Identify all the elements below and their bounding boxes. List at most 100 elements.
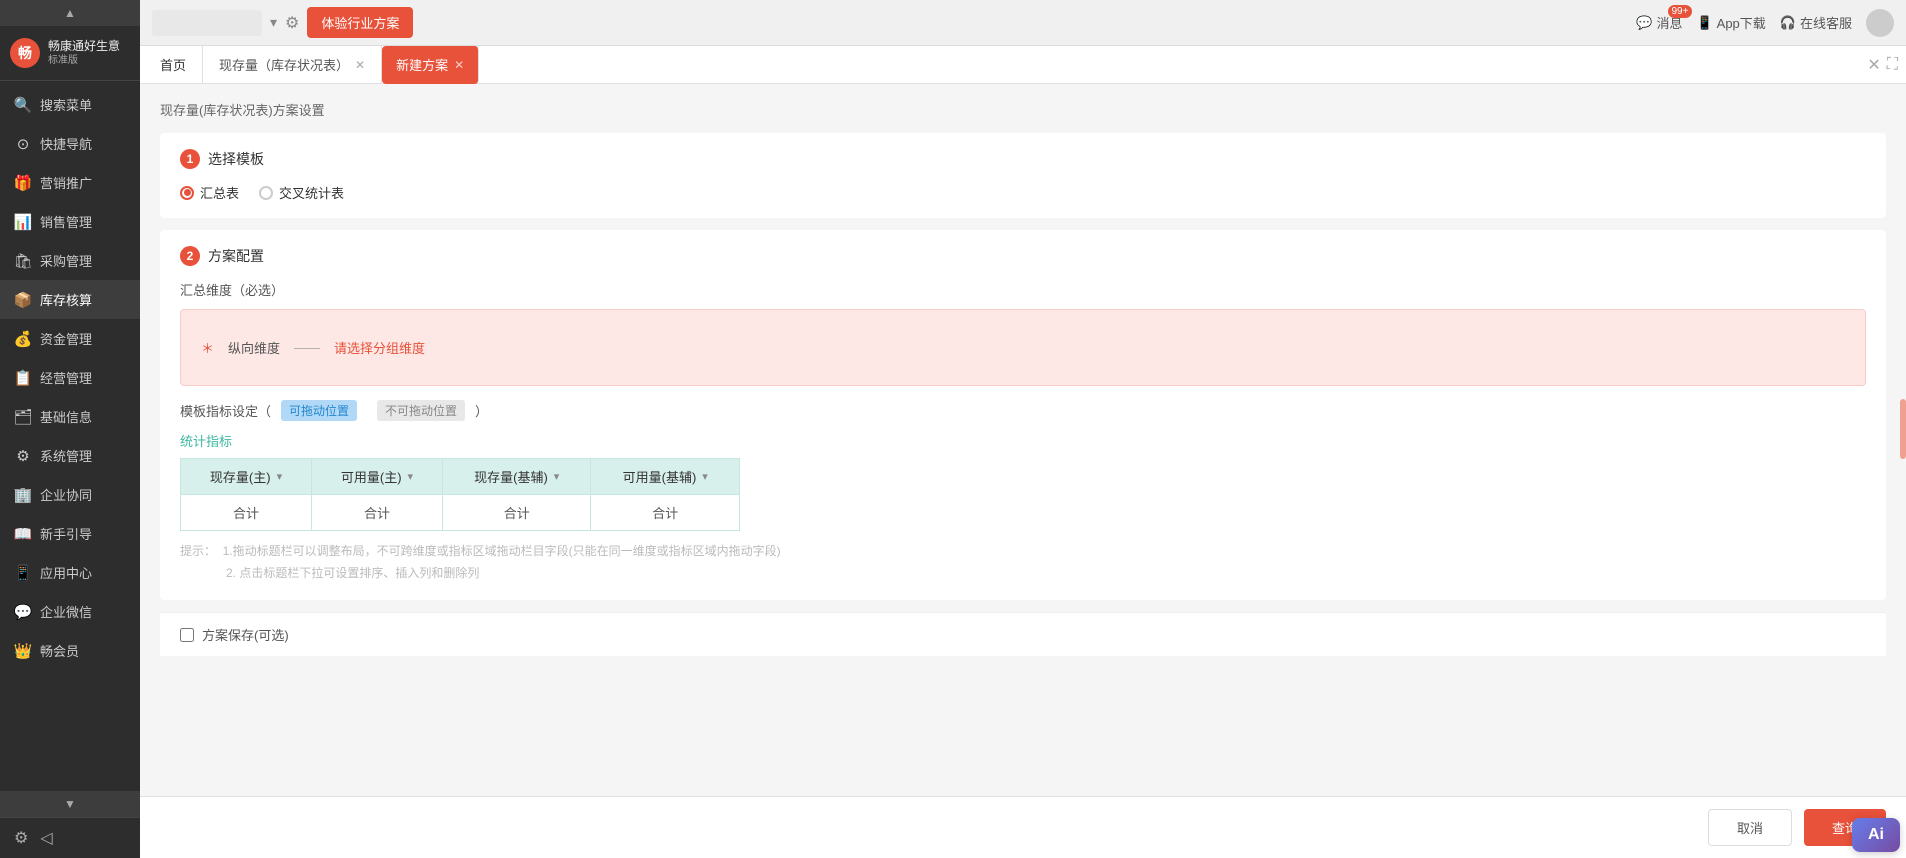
- ai-float-button[interactable]: Ai: [1852, 818, 1900, 852]
- tab-new-plan[interactable]: 新建方案 ✕: [382, 46, 479, 84]
- unmovable-tag: 不可拖动位置: [377, 400, 465, 421]
- col-label-2: 可用量(主): [341, 467, 402, 486]
- newbie-icon: 📖: [14, 525, 32, 543]
- right-scroll-bar[interactable]: [1900, 399, 1906, 459]
- col-header-2[interactable]: 可用量(主) ▾: [311, 459, 442, 495]
- tip2: 2. 点击标题栏下拉可设置排序、插入列和删除列: [180, 563, 1866, 585]
- sidebar-scroll-down[interactable]: ▼: [0, 791, 140, 817]
- sidebar-item-marketing[interactable]: 🎁 营销推广: [0, 163, 140, 202]
- step1-section: 1 选择模板 汇总表 交叉统计表: [160, 133, 1886, 218]
- msg-button[interactable]: 💬 消息 99+: [1636, 13, 1682, 32]
- sidebar-item-newbie[interactable]: 📖 新手引导: [0, 514, 140, 553]
- sidebar-item-purchase[interactable]: 🛍 采购管理: [0, 241, 140, 280]
- service-button[interactable]: 🎧 在线客服: [1780, 13, 1852, 32]
- col-header-3[interactable]: 现存量(基辅) ▾: [442, 459, 591, 495]
- sidebar-item-label: 营销推广: [40, 173, 92, 192]
- step1-title: 选择模板: [208, 149, 264, 169]
- save-checkbox[interactable]: [180, 628, 194, 642]
- cell-3: 合计: [442, 495, 591, 531]
- sidebar-item-enterprise[interactable]: 🏢 企业协同: [0, 475, 140, 514]
- col-arrow-3[interactable]: ▾: [554, 470, 560, 483]
- main-area: ▾ ⚙ 体验行业方案 💬 消息 99+ 📱 App下载 🎧 在线客服 首页: [140, 0, 1906, 858]
- template-radio-group: 汇总表 交叉统计表: [180, 183, 1866, 202]
- sidebar-item-label: 经营管理: [40, 368, 92, 387]
- tab-new-plan-close[interactable]: ✕: [454, 58, 464, 72]
- col-label-4: 可用量(基辅): [623, 467, 697, 486]
- sidebar-item-operation[interactable]: 📋 经营管理: [0, 358, 140, 397]
- tab-inventory-label: 现存量（库存状况表）: [219, 55, 349, 74]
- sound-icon[interactable]: ◁: [40, 828, 52, 848]
- step1-header: 1 选择模板: [180, 149, 1866, 169]
- tab-expand-icon[interactable]: ⛶: [1887, 56, 1898, 74]
- sidebar-item-apps[interactable]: 📱 应用中心: [0, 553, 140, 592]
- dimension-placeholder: 请选择分组维度: [334, 338, 425, 357]
- sidebar-item-wechat[interactable]: 💬 企业微信: [0, 592, 140, 631]
- dimension-box[interactable]: ＊ 纵向维度 —— 请选择分组维度: [180, 309, 1866, 386]
- col-header-1[interactable]: 现存量(主) ▾: [181, 459, 312, 495]
- tip1: 提示： 1.拖动标题栏可以调整布局，不可跨维度或指标区域拖动栏目字段(只能在同一…: [180, 541, 1866, 563]
- service-icon: 🎧: [1780, 15, 1796, 31]
- tab-home[interactable]: 首页: [140, 46, 203, 84]
- col-arrow-1[interactable]: ▾: [277, 470, 283, 483]
- sidebar: ▲ 畅 畅康通好生意 标准版 🔍 搜索菜单 ⊙ 快捷导航 🎁 营销推广 📊 销售…: [0, 0, 140, 858]
- sidebar-item-label: 库存核算: [40, 290, 92, 309]
- basic-info-icon: 🗂: [14, 408, 32, 426]
- system-icon: ⚙: [14, 447, 32, 465]
- topbar-left: ▾ ⚙ 体验行业方案: [152, 7, 1628, 38]
- finance-icon: 💰: [14, 330, 32, 348]
- sidebar-scroll-up[interactable]: ▲: [0, 0, 140, 26]
- col-arrow-4[interactable]: ▾: [702, 470, 708, 483]
- app-download-button[interactable]: 📱 App下载: [1696, 13, 1765, 32]
- radio-cross-label: 交叉统计表: [279, 183, 344, 202]
- dimension-name: 纵向维度: [228, 338, 280, 357]
- sidebar-item-label: 搜索菜单: [40, 95, 92, 114]
- stats-subtitle: 统计指标: [180, 431, 1866, 450]
- sidebar-item-label: 采购管理: [40, 251, 92, 270]
- sidebar-item-label: 应用中心: [40, 563, 92, 582]
- tab-close-icon[interactable]: ✕: [1867, 55, 1880, 75]
- inventory-icon: 📦: [14, 291, 32, 309]
- topbar-gear-icon[interactable]: ⚙: [285, 13, 299, 33]
- sales-icon: 📊: [14, 213, 32, 231]
- settings-icon[interactable]: ⚙: [14, 828, 28, 848]
- sidebar-item-label: 企业协同: [40, 485, 92, 504]
- user-avatar[interactable]: [1866, 9, 1894, 37]
- tab-inventory[interactable]: 现存量（库存状况表） ✕: [203, 46, 382, 84]
- tab-new-plan-label: 新建方案: [396, 55, 448, 74]
- col-header-4[interactable]: 可用量(基辅) ▾: [591, 459, 740, 495]
- cell-1: 合计: [181, 495, 312, 531]
- sidebar-item-quick-nav[interactable]: ⊙ 快捷导航: [0, 124, 140, 163]
- bottom-bar: 取消 查询: [140, 796, 1906, 858]
- radio-cross-table[interactable]: 交叉统计表: [259, 183, 344, 202]
- sidebar-item-finance[interactable]: 💰 资金管理: [0, 319, 140, 358]
- tips-section: 提示： 1.拖动标题栏可以调整布局，不可跨维度或指标区域拖动栏目字段(只能在同一…: [180, 541, 1866, 584]
- sidebar-item-system[interactable]: ⚙ 系统管理: [0, 436, 140, 475]
- sidebar-item-inventory[interactable]: 📦 库存核算: [0, 280, 140, 319]
- dropdown-icon[interactable]: ▾: [270, 14, 277, 31]
- gift-icon: 🎁: [14, 174, 32, 192]
- indicator-settings-prefix: 模板指标设定（: [180, 401, 271, 420]
- stats-table: 现存量(主) ▾ 可用量(主) ▾ 现存量(基辅: [180, 458, 740, 531]
- sidebar-item-label: 企业微信: [40, 602, 92, 621]
- radio-summary-table[interactable]: 汇总表: [180, 183, 239, 202]
- cancel-button[interactable]: 取消: [1708, 809, 1792, 846]
- app-icon: 📱: [1696, 15, 1712, 31]
- summary-dimension-label: 汇总维度（必选）: [180, 280, 1866, 299]
- industry-btn[interactable]: 体验行业方案: [307, 7, 413, 38]
- indicator-settings-suffix: ）: [475, 401, 488, 420]
- col-arrow-2[interactable]: ▾: [408, 470, 414, 483]
- step2-title: 方案配置: [208, 246, 264, 266]
- operation-icon: 📋: [14, 369, 32, 387]
- sidebar-item-sales[interactable]: 📊 销售管理: [0, 202, 140, 241]
- sidebar-item-search[interactable]: 🔍 搜索菜单: [0, 85, 140, 124]
- msg-badge: 99+: [1668, 5, 1693, 18]
- step2-badge: 2: [180, 246, 200, 266]
- tab-inventory-close[interactable]: ✕: [355, 58, 365, 72]
- topbar: ▾ ⚙ 体验行业方案 💬 消息 99+ 📱 App下载 🎧 在线客服: [140, 0, 1906, 46]
- sidebar-item-label: 基础信息: [40, 407, 92, 426]
- sidebar-item-basic-info[interactable]: 🗂 基础信息: [0, 397, 140, 436]
- tabs-controls: ✕ ⛶: [1867, 55, 1906, 75]
- sidebar-item-member[interactable]: 👑 畅会员: [0, 631, 140, 670]
- step2-section: 2 方案配置 汇总维度（必选） ＊ 纵向维度 —— 请选择分组维度 模板指标设定…: [160, 230, 1886, 600]
- sidebar-item-label: 新手引导: [40, 524, 92, 543]
